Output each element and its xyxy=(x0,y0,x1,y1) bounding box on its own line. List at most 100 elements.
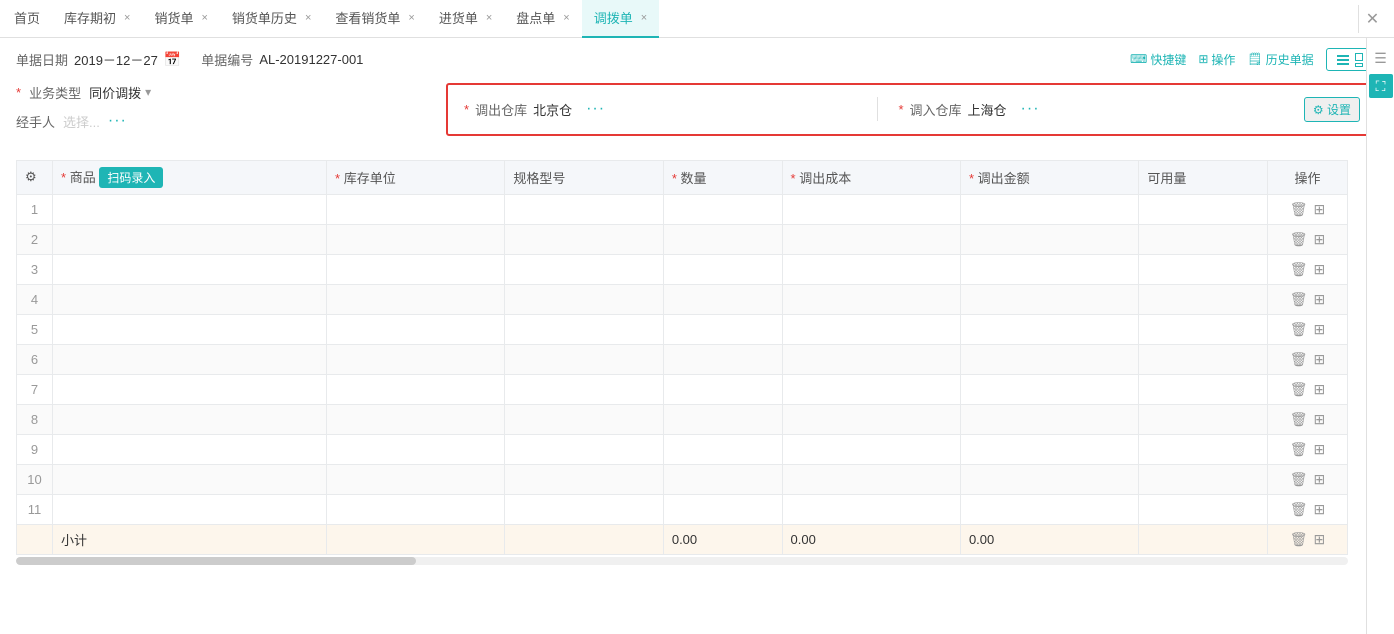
subtotal-copy-icon[interactable]: ⊞ xyxy=(1311,531,1329,547)
cell-amount[interactable] xyxy=(960,464,1138,494)
cell-spec[interactable] xyxy=(505,434,663,464)
delete-icon[interactable]: 🗑 xyxy=(1287,321,1311,337)
calendar-icon[interactable]: 📅 xyxy=(164,51,181,68)
cell-amount[interactable] xyxy=(960,224,1138,254)
cell-product[interactable] xyxy=(53,494,327,524)
cell-cost[interactable] xyxy=(782,464,960,494)
cell-qty[interactable] xyxy=(663,434,782,464)
cell-qty[interactable] xyxy=(663,374,782,404)
cell-unit[interactable] xyxy=(327,464,505,494)
tab-close-sales-order[interactable]: × xyxy=(201,12,207,24)
cell-cost[interactable] xyxy=(782,494,960,524)
cell-spec[interactable] xyxy=(505,224,663,254)
copy-icon[interactable]: ⊞ xyxy=(1311,381,1329,397)
cell-spec[interactable] xyxy=(505,464,663,494)
horizontal-scrollbar[interactable] xyxy=(16,557,1348,565)
cell-available[interactable] xyxy=(1139,344,1268,374)
tab-home[interactable]: 首页 xyxy=(8,0,52,38)
cell-qty[interactable] xyxy=(663,254,782,284)
warehouse-in-more-icon[interactable]: ··· xyxy=(1021,100,1040,118)
copy-icon[interactable]: ⊞ xyxy=(1311,471,1329,487)
cell-qty[interactable] xyxy=(663,314,782,344)
cell-product[interactable] xyxy=(53,344,327,374)
cell-available[interactable] xyxy=(1139,404,1268,434)
cell-qty[interactable] xyxy=(663,224,782,254)
cell-unit[interactable] xyxy=(327,194,505,224)
handler-select[interactable]: 选择... xyxy=(63,112,100,131)
cell-available[interactable] xyxy=(1139,194,1268,224)
tab-inventory-init[interactable]: 库存期初× xyxy=(52,0,142,38)
cell-available[interactable] xyxy=(1139,434,1268,464)
copy-icon[interactable]: ⊞ xyxy=(1311,441,1329,457)
tab-sales-order[interactable]: 销货单× xyxy=(142,0,219,38)
cell-product[interactable] xyxy=(53,464,327,494)
cell-unit[interactable] xyxy=(327,494,505,524)
tab-close-inventory-init[interactable]: × xyxy=(124,12,130,24)
tab-view-sales[interactable]: 查看销货单× xyxy=(323,0,426,38)
cell-amount[interactable] xyxy=(960,254,1138,284)
cell-amount[interactable] xyxy=(960,404,1138,434)
handler-more-icon[interactable]: ··· xyxy=(108,112,127,130)
tab-purchase-order[interactable]: 进货单× xyxy=(427,0,504,38)
copy-icon[interactable]: ⊞ xyxy=(1311,261,1329,277)
delete-icon[interactable]: 🗑 xyxy=(1287,441,1311,457)
copy-icon[interactable]: ⊞ xyxy=(1311,201,1329,217)
cell-product[interactable] xyxy=(53,224,327,254)
close-button[interactable]: ✕ xyxy=(1358,5,1386,33)
tab-transfer[interactable]: 调拨单× xyxy=(582,0,659,38)
gear-settings-button[interactable]: ⚙ 设置 xyxy=(1304,97,1360,122)
copy-icon[interactable]: ⊞ xyxy=(1311,231,1329,247)
cell-qty[interactable] xyxy=(663,404,782,434)
copy-icon[interactable]: ⊞ xyxy=(1311,411,1329,427)
scan-button[interactable]: 扫码录入 xyxy=(99,167,163,188)
cell-unit[interactable] xyxy=(327,284,505,314)
cell-spec[interactable] xyxy=(505,254,663,284)
delete-icon[interactable]: 🗑 xyxy=(1287,291,1311,307)
delete-icon[interactable]: 🗑 xyxy=(1287,471,1311,487)
cell-qty[interactable] xyxy=(663,194,782,224)
cell-product[interactable] xyxy=(53,194,327,224)
cell-spec[interactable] xyxy=(505,314,663,344)
cell-product[interactable] xyxy=(53,284,327,314)
copy-icon[interactable]: ⊞ xyxy=(1311,291,1329,307)
cell-spec[interactable] xyxy=(505,374,663,404)
cell-unit[interactable] xyxy=(327,254,505,284)
cell-product[interactable] xyxy=(53,404,327,434)
cell-spec[interactable] xyxy=(505,494,663,524)
cell-cost[interactable] xyxy=(782,434,960,464)
tab-close-inventory-check[interactable]: × xyxy=(563,12,569,24)
cell-product[interactable] xyxy=(53,254,327,284)
cell-cost[interactable] xyxy=(782,224,960,254)
tab-sales-history[interactable]: 销货单历史× xyxy=(220,0,323,38)
tab-inventory-check[interactable]: 盘点单× xyxy=(504,0,581,38)
cell-spec[interactable] xyxy=(505,404,663,434)
cell-product[interactable] xyxy=(53,434,327,464)
operation-button[interactable]: ⊞ 操作 xyxy=(1198,51,1235,68)
cell-available[interactable] xyxy=(1139,254,1268,284)
cell-amount[interactable] xyxy=(960,434,1138,464)
cell-product[interactable] xyxy=(53,374,327,404)
cell-cost[interactable] xyxy=(782,404,960,434)
delete-icon[interactable]: 🗑 xyxy=(1287,411,1311,427)
cell-cost[interactable] xyxy=(782,284,960,314)
cell-qty[interactable] xyxy=(663,344,782,374)
cell-spec[interactable] xyxy=(505,194,663,224)
cell-unit[interactable] xyxy=(327,434,505,464)
cell-available[interactable] xyxy=(1139,464,1268,494)
delete-icon[interactable]: 🗑 xyxy=(1287,201,1311,217)
delete-icon[interactable]: 🗑 xyxy=(1287,381,1311,397)
cell-qty[interactable] xyxy=(663,464,782,494)
tab-close-view-sales[interactable]: × xyxy=(408,12,414,24)
cell-qty[interactable] xyxy=(663,284,782,314)
cell-unit[interactable] xyxy=(327,404,505,434)
subtotal-delete-icon[interactable]: 🗑 xyxy=(1287,531,1311,547)
cell-amount[interactable] xyxy=(960,494,1138,524)
cell-spec[interactable] xyxy=(505,344,663,374)
cell-available[interactable] xyxy=(1139,314,1268,344)
biz-type-select[interactable]: 同价调拨 ▾ xyxy=(89,83,151,102)
cell-cost[interactable] xyxy=(782,254,960,284)
history-button[interactable]: 🗒 历史单据 xyxy=(1247,51,1313,68)
cell-qty[interactable] xyxy=(663,494,782,524)
cell-unit[interactable] xyxy=(327,314,505,344)
tab-close-purchase-order[interactable]: × xyxy=(486,12,492,24)
